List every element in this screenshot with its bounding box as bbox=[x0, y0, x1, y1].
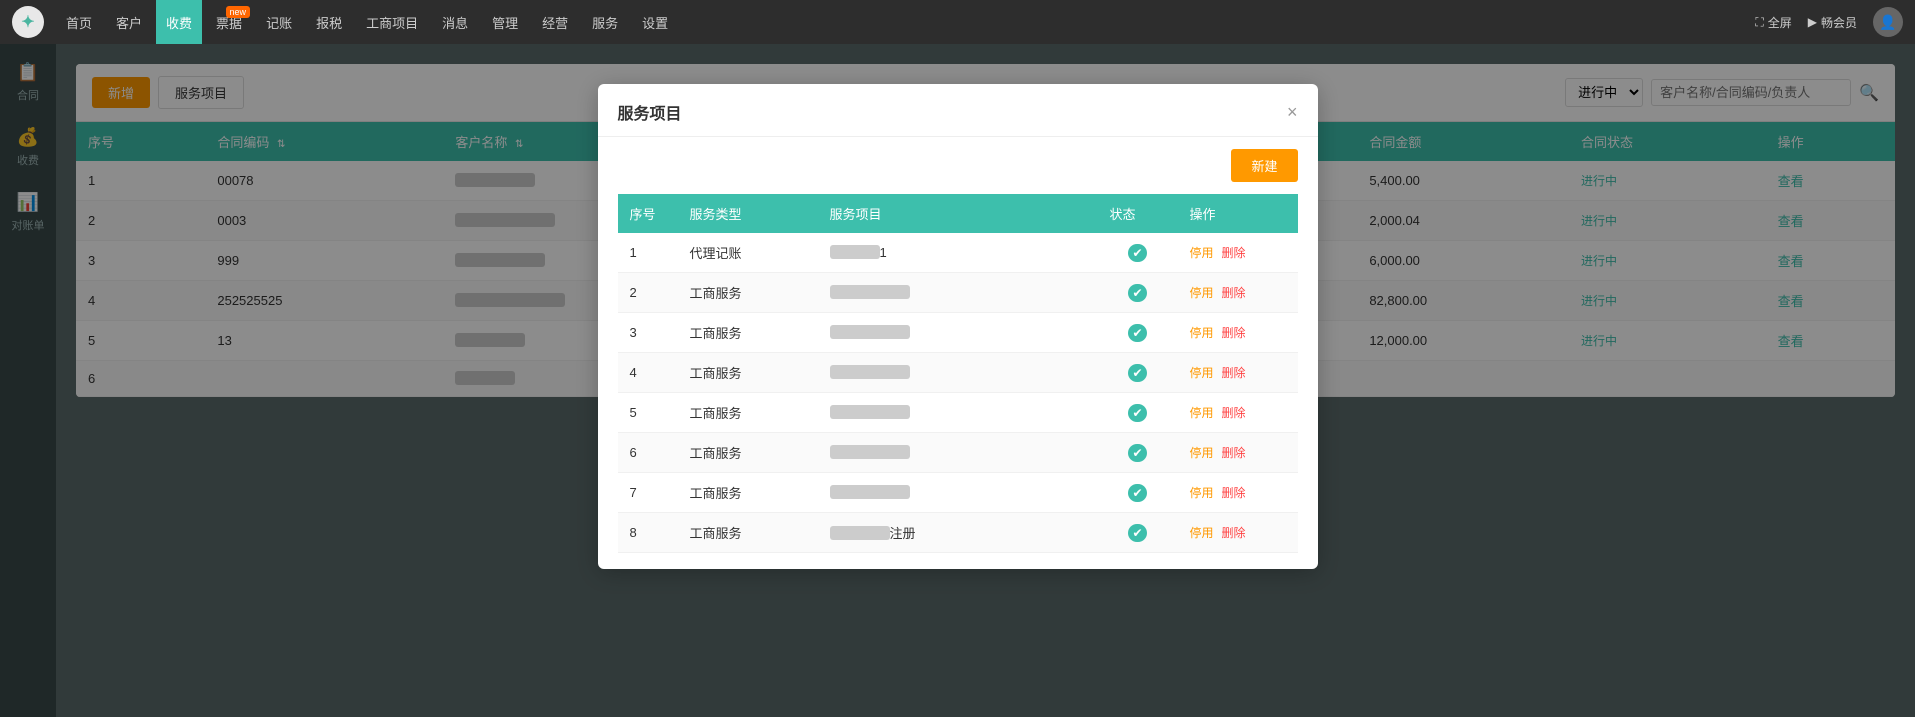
nav-item-home[interactable]: 首页 bbox=[56, 0, 102, 44]
delete-button[interactable]: 删除 bbox=[1222, 324, 1246, 341]
dialog-title: 服务项目 bbox=[618, 100, 682, 124]
user-avatar[interactable]: 👤 bbox=[1873, 7, 1903, 37]
list-item: 5工商服务████████✔停用删除 bbox=[618, 393, 1298, 433]
active-status-icon: ✔ bbox=[1128, 364, 1146, 382]
dialog-body: 序号 服务类型 服务项目 状态 操作 1代理记账████1✔停用删除2工商服务█… bbox=[598, 194, 1318, 569]
active-status-icon: ✔ bbox=[1128, 444, 1146, 462]
service-item-dialog: 服务项目 × 新建 序号 服务类型 服务项目 状态 操作 1代理记账████1✔… bbox=[598, 84, 1318, 569]
active-status-icon: ✔ bbox=[1128, 524, 1146, 542]
nav-item-operation[interactable]: 经营 bbox=[532, 0, 578, 44]
dcol-status: 状态 bbox=[1098, 194, 1178, 233]
list-item: 4工商服务████████✔停用删除 bbox=[618, 353, 1298, 393]
dialog-new-button[interactable]: 新建 bbox=[1231, 149, 1297, 182]
active-status-icon: ✔ bbox=[1128, 484, 1146, 502]
nav-item-message[interactable]: 消息 bbox=[432, 0, 478, 44]
nav-item-settings[interactable]: 设置 bbox=[632, 0, 678, 44]
list-item: 1代理记账████1✔停用删除 bbox=[618, 233, 1298, 273]
nav-item-invoice[interactable]: 票据 new bbox=[206, 0, 252, 44]
app-logo: ✦ bbox=[12, 6, 44, 38]
stop-button[interactable]: 停用 bbox=[1190, 484, 1214, 501]
delete-button[interactable]: 删除 bbox=[1222, 524, 1246, 541]
stop-button[interactable]: 停用 bbox=[1190, 524, 1214, 541]
service-items-table: 序号 服务类型 服务项目 状态 操作 1代理记账████1✔停用删除2工商服务█… bbox=[618, 194, 1298, 553]
nav-item-tax[interactable]: 报税 bbox=[306, 0, 352, 44]
dialog-header: 服务项目 × bbox=[598, 84, 1318, 137]
list-item: 8工商服务████注册✔停用删除 bbox=[618, 513, 1298, 553]
stop-button[interactable]: 停用 bbox=[1190, 284, 1214, 301]
nav-item-service[interactable]: 服务 bbox=[582, 0, 628, 44]
nav-right-section: ⛶ 全屏 ▶ 畅会员 👤 bbox=[1755, 7, 1903, 37]
stop-button[interactable]: 停用 bbox=[1190, 364, 1214, 381]
delete-button[interactable]: 删除 bbox=[1222, 444, 1246, 461]
active-status-icon: ✔ bbox=[1128, 324, 1146, 342]
list-item: 2工商服务████████✔停用删除 bbox=[618, 273, 1298, 313]
nav-item-customer[interactable]: 客户 bbox=[106, 0, 152, 44]
dcol-seq: 序号 bbox=[618, 194, 678, 233]
dcol-action: 操作 bbox=[1178, 194, 1298, 233]
delete-button[interactable]: 删除 bbox=[1222, 244, 1246, 261]
dcol-type: 服务类型 bbox=[678, 194, 818, 233]
nav-item-bizproject[interactable]: 工商项目 bbox=[356, 0, 428, 44]
new-badge: new bbox=[226, 6, 251, 18]
fullscreen-button[interactable]: ⛶ 全屏 bbox=[1755, 14, 1791, 31]
fullscreen-icon: ⛶ bbox=[1755, 15, 1763, 30]
member-icon: ▶ bbox=[1808, 15, 1817, 29]
dcol-item: 服务项目 bbox=[818, 194, 1098, 233]
dialog-close-button[interactable]: × bbox=[1287, 103, 1298, 121]
active-status-icon: ✔ bbox=[1128, 404, 1146, 422]
nav-item-fee[interactable]: 收费 bbox=[156, 0, 202, 44]
dialog-toolbar: 新建 bbox=[598, 137, 1318, 194]
modal-overlay: 服务项目 × 新建 序号 服务类型 服务项目 状态 操作 1代理记账████1✔… bbox=[0, 44, 1915, 717]
list-item: 7工商服务████████✔停用删除 bbox=[618, 473, 1298, 513]
list-item: 6工商服务████████✔停用删除 bbox=[618, 433, 1298, 473]
delete-button[interactable]: 删除 bbox=[1222, 404, 1246, 421]
list-item: 3工商服务████████✔停用删除 bbox=[618, 313, 1298, 353]
nav-item-bookkeeping[interactable]: 记账 bbox=[256, 0, 302, 44]
nav-item-manage[interactable]: 管理 bbox=[482, 0, 528, 44]
active-status-icon: ✔ bbox=[1128, 244, 1146, 262]
delete-button[interactable]: 删除 bbox=[1222, 364, 1246, 381]
stop-button[interactable]: 停用 bbox=[1190, 404, 1214, 421]
delete-button[interactable]: 删除 bbox=[1222, 484, 1246, 501]
top-navigation: ✦ 首页 客户 收费 票据 new 记账 报税 工商项目 消息 管理 经营 服务… bbox=[0, 0, 1915, 44]
stop-button[interactable]: 停用 bbox=[1190, 244, 1214, 261]
active-status-icon: ✔ bbox=[1128, 284, 1146, 302]
stop-button[interactable]: 停用 bbox=[1190, 444, 1214, 461]
delete-button[interactable]: 删除 bbox=[1222, 284, 1246, 301]
member-button[interactable]: ▶ 畅会员 bbox=[1808, 14, 1857, 31]
stop-button[interactable]: 停用 bbox=[1190, 324, 1214, 341]
